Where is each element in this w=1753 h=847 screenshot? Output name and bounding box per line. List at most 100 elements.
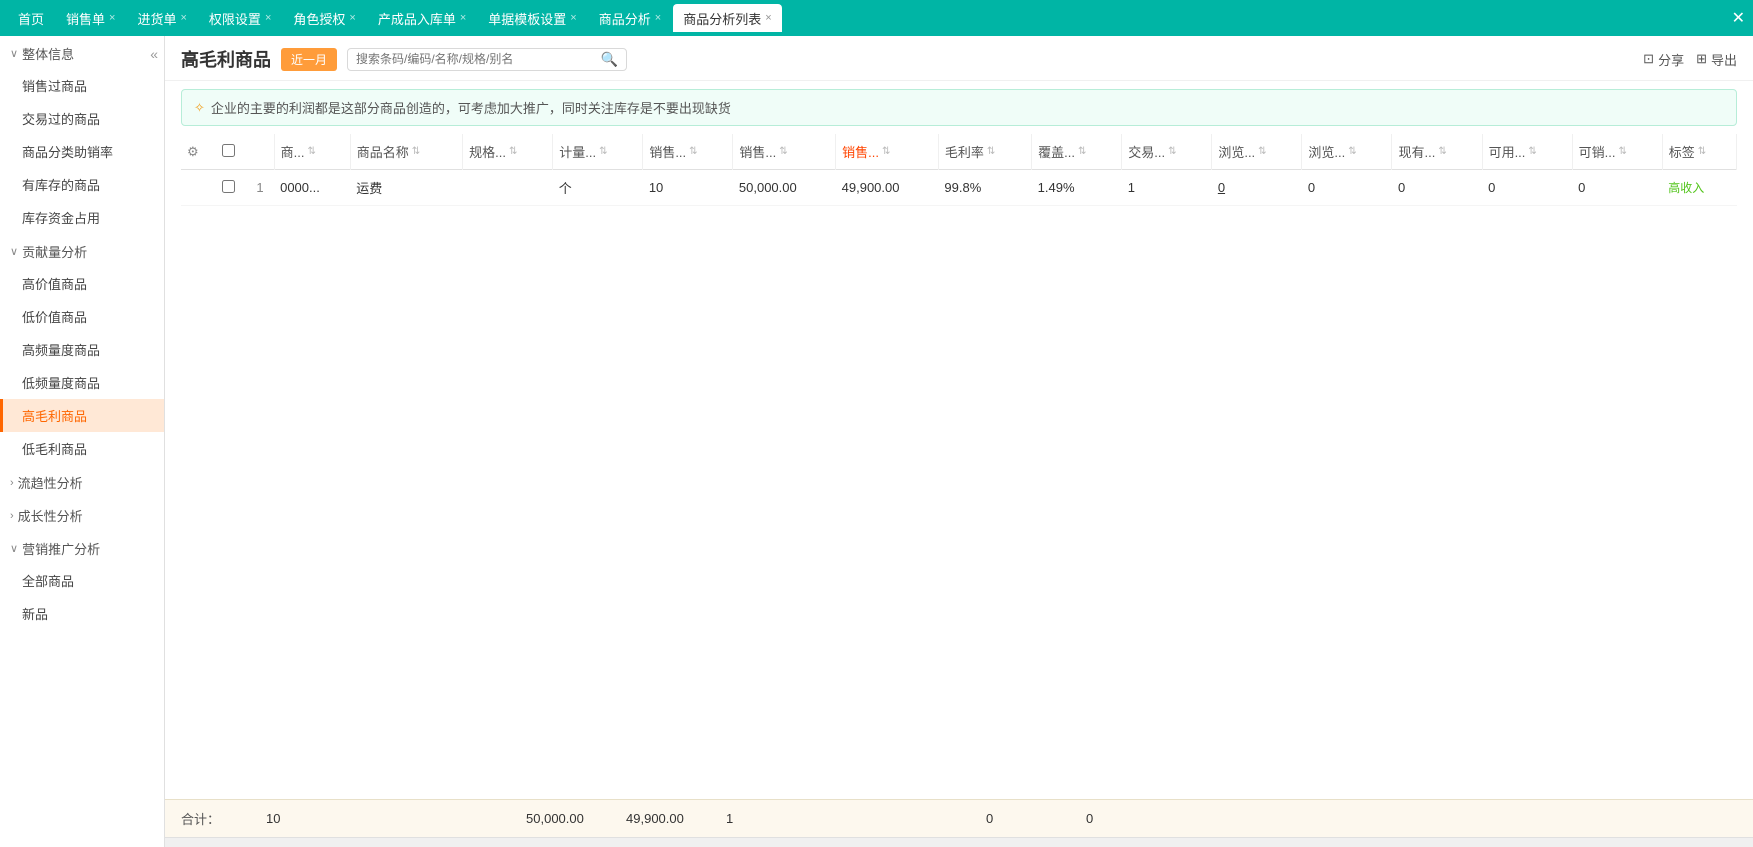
th-sales-qty[interactable]: 销售... ⇅ (643, 134, 733, 170)
sidebar-group-treasure-label: 贡献量分析 (22, 242, 87, 261)
sidebar-item-goods-assist[interactable]: 商品分类助销率 (0, 135, 164, 168)
row-name: 运费 (350, 170, 462, 206)
browse1-link[interactable]: 0 (1218, 180, 1225, 195)
row-spec (463, 170, 553, 206)
th-saleable[interactable]: 可销... ⇅ (1572, 134, 1662, 170)
th-current[interactable]: 现有... ⇅ (1392, 134, 1482, 170)
footer-trade: 1 (720, 811, 980, 826)
th-tag[interactable]: 标签 ⇅ (1662, 134, 1736, 170)
sidebar-collapse-button[interactable]: « (150, 46, 158, 62)
footer-sales-cost: 49,900.00 (620, 811, 720, 826)
sidebar-group-overall[interactable]: ∨ 整体信息 (0, 36, 164, 69)
table-wrapper[interactable]: ⚙ 商... ⇅ (165, 134, 1753, 799)
th-margin-rate[interactable]: 毛利率 ⇅ (938, 134, 1031, 170)
footer-available: 0 (1080, 811, 1180, 826)
row-index: 1 (246, 170, 274, 206)
sort-name-icon: ⇅ (412, 146, 420, 157)
sidebar-group-marketing-label: 营销推广分析 (22, 539, 100, 558)
th-available[interactable]: 可用... ⇅ (1482, 134, 1572, 170)
nav-tab-product-in[interactable]: 产成品入库单 × (368, 4, 476, 32)
share-icon: ⊡ (1643, 51, 1654, 67)
row-saleable: 0 (1572, 170, 1662, 206)
th-unit[interactable]: 计量... ⇅ (553, 134, 643, 170)
sidebar-group-trend-label: 流趋性分析 (18, 473, 83, 492)
sidebar-group-growth[interactable]: › 成长性分析 (0, 498, 164, 531)
table-header-row: ⚙ 商... ⇅ (181, 134, 1737, 170)
th-spec[interactable]: 规格... ⇅ (463, 134, 553, 170)
search-icon[interactable]: 🔍 (601, 51, 618, 68)
nav-tab-role[interactable]: 角色授权 × (283, 4, 365, 32)
th-name[interactable]: 商品名称 ⇅ (350, 134, 462, 170)
th-sales-cost[interactable]: 销售... ⇅ (836, 134, 939, 170)
close-role-tab[interactable]: × (349, 12, 355, 24)
sort-sales-qty-icon: ⇅ (689, 146, 697, 157)
sidebar-item-all-goods[interactable]: 全部商品 (0, 564, 164, 597)
content-area: 高毛利商品 近一月 🔍 ⊡ 分享 ⊞ 导出 ✧ 企业的主要的利润都是这部分商品创… (165, 36, 1753, 847)
footer-sales-amount: 50,000.00 (520, 811, 620, 826)
close-sales-tab[interactable]: × (109, 12, 115, 24)
nav-tab-template[interactable]: 单据模板设置 × (478, 4, 586, 32)
sidebar-item-low-margin[interactable]: 低毛利商品 (0, 432, 164, 465)
export-button[interactable]: ⊞ 导出 (1696, 50, 1737, 69)
th-trade[interactable]: 交易... ⇅ (1122, 134, 1212, 170)
sort-browse1-icon: ⇅ (1258, 146, 1266, 157)
main-layout: « ∨ 整体信息 销售过商品 交易过的商品 商品分类助销率 有库存的商品 库存资… (0, 36, 1753, 847)
sidebar-group-treasure-arrow: ∨ (10, 245, 18, 258)
sidebar-item-low-freq[interactable]: 低频量度商品 (0, 366, 164, 399)
close-analysis-list-tab[interactable]: × (765, 12, 771, 24)
th-browse2[interactable]: 浏览... ⇅ (1302, 134, 1392, 170)
sidebar-item-high-freq[interactable]: 高频量度商品 (0, 333, 164, 366)
close-product-in-tab[interactable]: × (460, 12, 466, 24)
sidebar-item-low-value[interactable]: 低价值商品 (0, 300, 164, 333)
nav-tab-sales[interactable]: 销售单 × (56, 4, 125, 32)
row-checkbox[interactable] (216, 170, 246, 206)
nav-home[interactable]: 首页 (8, 9, 54, 28)
content-header: 高毛利商品 近一月 🔍 ⊡ 分享 ⊞ 导出 (165, 36, 1753, 81)
sidebar-group-marketing[interactable]: ∨ 营销推广分析 (0, 531, 164, 564)
row-browse1[interactable]: 0 (1212, 170, 1302, 206)
nav-tab-purchase[interactable]: 进货单 × (127, 4, 196, 32)
sort-browse2-icon: ⇅ (1348, 146, 1356, 157)
search-input[interactable] (356, 52, 595, 66)
footer-label: 合计： (181, 809, 220, 828)
sort-coverage-icon: ⇅ (1078, 146, 1086, 157)
th-browse1[interactable]: 浏览... ⇅ (1212, 134, 1302, 170)
sidebar-item-high-value[interactable]: 高价值商品 (0, 267, 164, 300)
close-purchase-tab[interactable]: × (180, 12, 186, 24)
row-sales-amount: 50,000.00 (733, 170, 836, 206)
nav-tab-analysis[interactable]: 商品分析 × (589, 4, 671, 32)
sidebar-group-trend[interactable]: › 流趋性分析 (0, 465, 164, 498)
header-actions: ⊡ 分享 ⊞ 导出 (1643, 50, 1737, 69)
sidebar-item-stock-occupy[interactable]: 库存资金占用 (0, 201, 164, 234)
select-all-checkbox[interactable] (222, 144, 235, 157)
nav-tab-analysis-list[interactable]: 商品分析列表 × (673, 4, 781, 32)
th-coverage[interactable]: 覆盖... ⇅ (1032, 134, 1122, 170)
sort-margin-rate-icon: ⇅ (987, 146, 995, 157)
close-analysis-tab[interactable]: × (655, 12, 661, 24)
nav-tab-permission[interactable]: 权限设置 × (199, 4, 281, 32)
sidebar-item-goods-stock[interactable]: 有库存的商品 (0, 168, 164, 201)
th-settings[interactable]: ⚙ (181, 134, 216, 170)
row-unit: 个 (553, 170, 643, 206)
sidebar-item-sales-goods[interactable]: 销售过商品 (0, 69, 164, 102)
sort-unit-icon: ⇅ (599, 146, 607, 157)
sidebar-item-high-margin[interactable]: 高毛利商品 (0, 399, 164, 432)
row-select-checkbox[interactable] (222, 180, 235, 193)
settings-icon[interactable]: ⚙ (187, 144, 199, 159)
filter-recent-month-button[interactable]: 近一月 (281, 48, 337, 71)
close-permission-tab[interactable]: × (265, 12, 271, 24)
horizontal-scroll[interactable] (165, 837, 1753, 847)
sidebar-group-trend-arrow: › (10, 477, 14, 489)
th-sales-amount[interactable]: 销售... ⇅ (733, 134, 836, 170)
row-current: 0 (1392, 170, 1482, 206)
close-template-tab[interactable]: × (570, 12, 576, 24)
row-sales-qty: 10 (643, 170, 733, 206)
sort-code-icon: ⇅ (307, 146, 315, 157)
sidebar-item-traded-goods[interactable]: 交易过的商品 (0, 102, 164, 135)
share-button[interactable]: ⊡ 分享 (1643, 50, 1684, 69)
th-checkbox (216, 134, 246, 170)
close-app-button[interactable]: ✕ (1732, 8, 1745, 28)
th-code[interactable]: 商... ⇅ (274, 134, 350, 170)
sidebar-item-new-goods[interactable]: 新品 (0, 597, 164, 630)
sidebar-group-treasure[interactable]: ∨ 贡献量分析 (0, 234, 164, 267)
